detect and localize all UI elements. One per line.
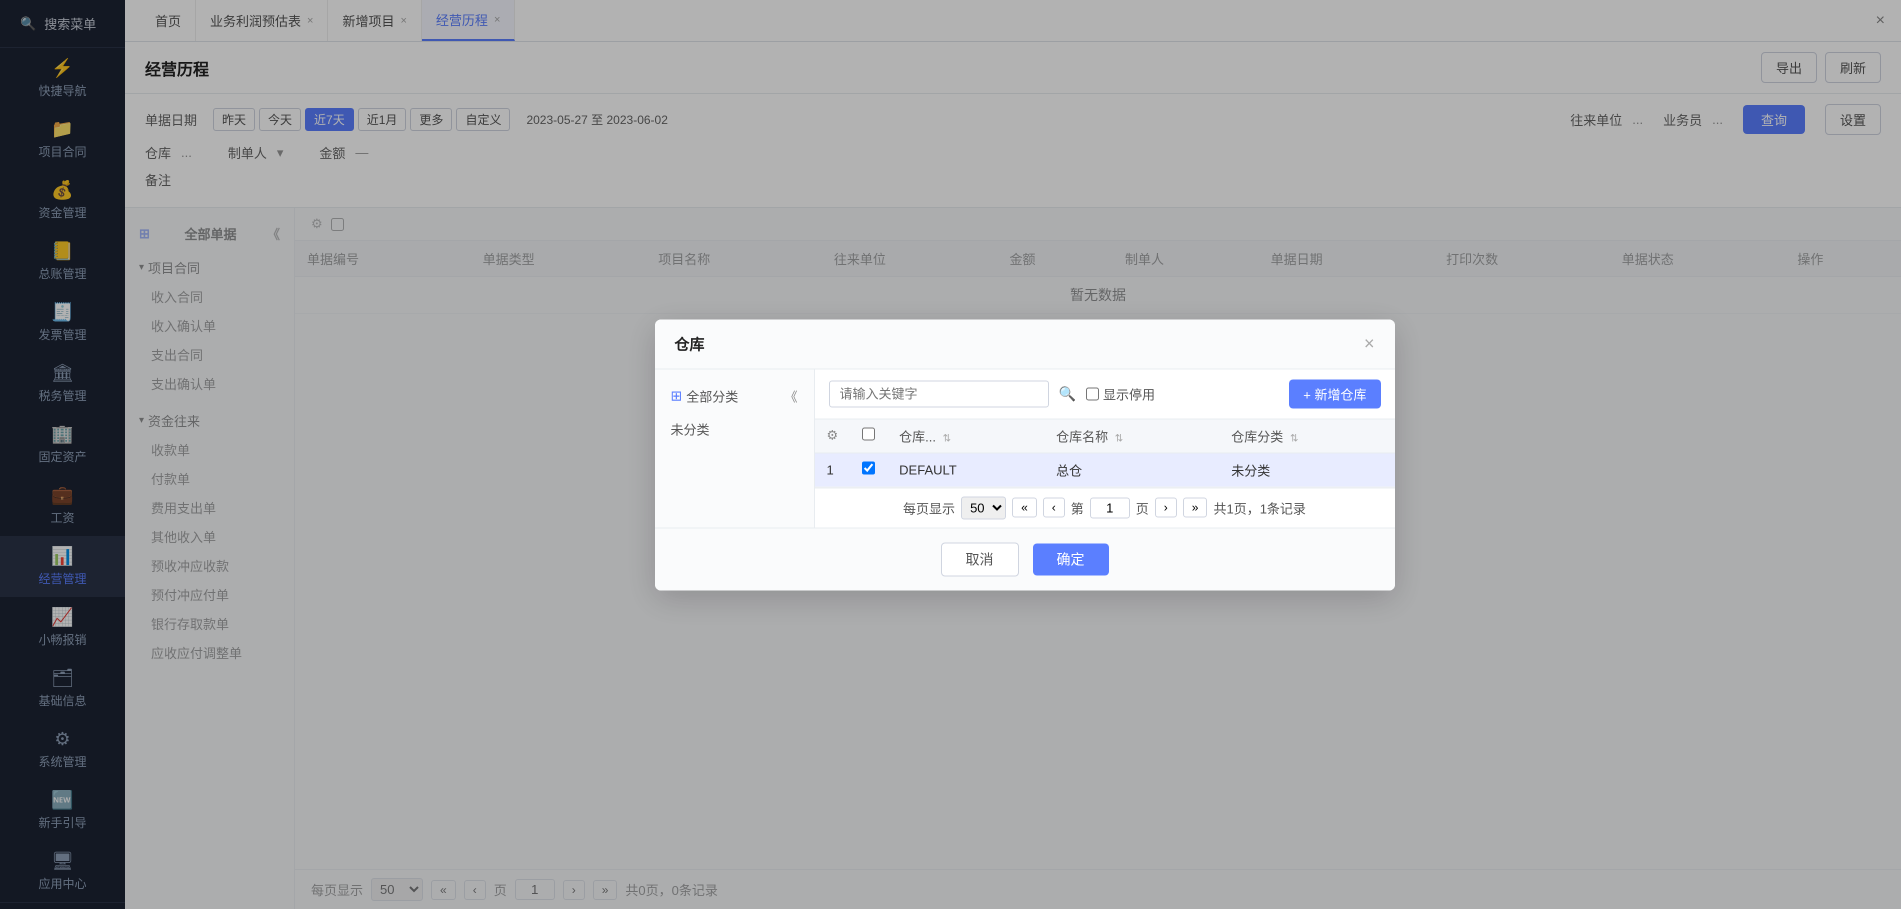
- modal-per-page-label: 每页显示: [903, 498, 955, 517]
- modal-left-panel: ⊞ 全部分类 《 未分类: [655, 369, 815, 527]
- modal-title: 仓库: [675, 333, 705, 354]
- name-sort-icon[interactable]: ⇅: [1115, 433, 1123, 444]
- modal-last-page-button[interactable]: »: [1183, 498, 1208, 518]
- modal-body: ⊞ 全部分类 《 未分类 🔍 显示停用 + 新增仓库: [655, 369, 1395, 527]
- name-col-header: 仓库名称 ⇅: [1044, 419, 1219, 453]
- confirm-button[interactable]: 确定: [1033, 543, 1109, 575]
- modal-main: 🔍 显示停用 + 新增仓库 ⚙ 仓库... ⇅: [815, 369, 1395, 527]
- modal-first-page-button[interactable]: «: [1012, 498, 1037, 518]
- row-checkbox-1[interactable]: [862, 462, 875, 475]
- row-name-cell: 总仓: [1044, 453, 1219, 487]
- warehouse-search-input[interactable]: [829, 380, 1049, 407]
- modal-close-button[interactable]: ×: [1364, 333, 1375, 354]
- category-col-header: 仓库分类 ⇅: [1219, 419, 1394, 453]
- show-disabled-label[interactable]: 显示停用: [1086, 384, 1155, 403]
- warehouse-modal: 仓库 × ⊞ 全部分类 《 未分类 🔍 显示停用 + 新增仓库: [655, 319, 1395, 590]
- row-id-cell: 1: [815, 453, 851, 487]
- modal-footer-buttons: 取消 确定: [655, 527, 1395, 590]
- modal-left-item-未分类[interactable]: 未分类: [655, 412, 814, 445]
- modal-page-label: 页: [1136, 498, 1149, 517]
- settings-col-header: ⚙: [815, 419, 851, 453]
- code-col-header: 仓库... ⇅: [887, 419, 1044, 453]
- modal-table-area: ⚙ 仓库... ⇅ 仓库名称 ⇅ 仓库分类: [815, 419, 1395, 487]
- modal-header: 仓库 ×: [655, 319, 1395, 369]
- warehouse-table: ⚙ 仓库... ⇅ 仓库名称 ⇅ 仓库分类: [815, 419, 1395, 487]
- row-code-cell: DEFAULT: [887, 453, 1044, 487]
- warehouse-search-icon[interactable]: 🔍: [1059, 385, 1076, 402]
- modal-pagination: 每页显示 50 « ‹ 第 页 › » 共1页，1条记录: [815, 487, 1395, 527]
- row-checkbox-cell[interactable]: [850, 453, 887, 487]
- grid-icon: ⊞: [671, 387, 683, 404]
- add-warehouse-button[interactable]: + 新增仓库: [1289, 379, 1380, 408]
- modal-all-category-item[interactable]: ⊞ 全部分类 《: [655, 379, 814, 412]
- modal-toolbar: 🔍 显示停用 + 新增仓库: [815, 369, 1395, 419]
- collapse-left-icon[interactable]: 《: [784, 386, 797, 405]
- row-category-cell: 未分类: [1219, 453, 1394, 487]
- modal-total-text: 共1页，1条记录: [1213, 498, 1305, 517]
- modal-next-page-button[interactable]: ›: [1155, 498, 1177, 518]
- cancel-button[interactable]: 取消: [941, 542, 1019, 576]
- checkbox-col-header: [850, 419, 887, 453]
- modal-prev-page-button[interactable]: ‹: [1043, 498, 1065, 518]
- category-sort-icon[interactable]: ⇅: [1290, 433, 1298, 444]
- warehouse-row-1[interactable]: 1 DEFAULT 总仓 未分类: [815, 453, 1395, 487]
- modal-page-number-input[interactable]: [1090, 497, 1130, 518]
- select-all-warehouse-checkbox[interactable]: [862, 428, 875, 441]
- table-gear-icon[interactable]: ⚙: [827, 428, 839, 443]
- modal-page-label-pre: 第: [1071, 498, 1084, 517]
- modal-page-size-select[interactable]: 50: [961, 496, 1006, 519]
- code-sort-icon[interactable]: ⇅: [943, 433, 951, 444]
- show-disabled-checkbox[interactable]: [1086, 387, 1099, 400]
